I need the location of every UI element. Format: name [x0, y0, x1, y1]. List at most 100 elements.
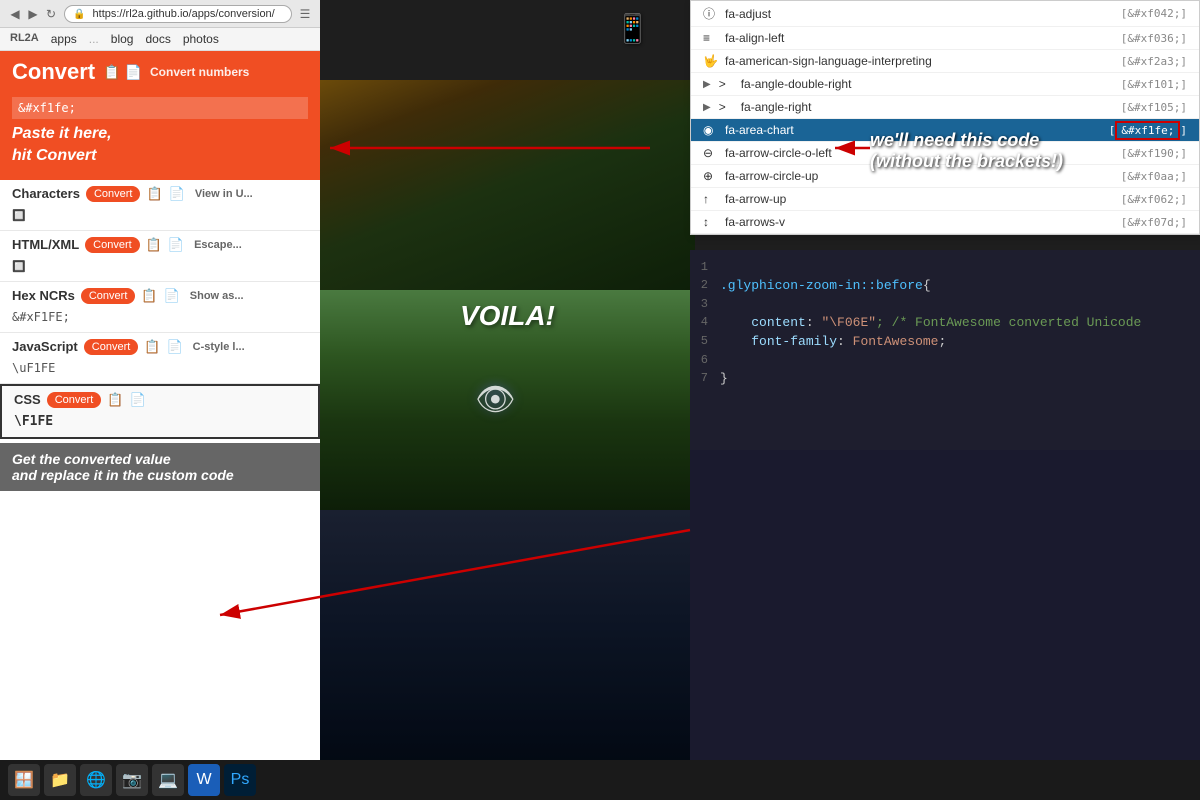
- file-icon-header[interactable]: 📄: [125, 64, 142, 81]
- section-css: CSS Convert 📋 📄 \F1FE: [0, 384, 320, 439]
- dropdown-item-0[interactable]: ⓘfa-adjust[&#xf042;]: [691, 1, 1199, 27]
- dropdown-item-code-0: [&#xf042;]: [1121, 7, 1187, 20]
- nav-photos[interactable]: photos: [183, 32, 219, 46]
- dropdown-item-icon-1: ≡: [703, 31, 719, 45]
- editor-line-4: 5 font-family: FontAwesome;: [690, 332, 1200, 351]
- back-button[interactable]: ◀: [8, 7, 22, 21]
- hex-value: &#xF1FE;: [12, 308, 308, 326]
- nav-blog[interactable]: blog: [111, 32, 134, 46]
- editor-line-2: 3: [690, 295, 1200, 313]
- property-content: content: [751, 315, 806, 330]
- editor-line-3: 4 content: "\F06E"; /* FontAwesome conve…: [690, 313, 1200, 332]
- browser-bar: ◀ ▶ ↻ 🔒 https://rl2a.github.io/apps/conv…: [0, 0, 320, 28]
- dropdown-item-8[interactable]: ↑fa-arrow-up[&#xf062;]: [691, 188, 1199, 211]
- hex-file-icon[interactable]: 📄: [164, 288, 180, 304]
- dropdown-panel: ⓘfa-adjust[&#xf042;] ≡ fa-align-left [&#xf0…: [690, 0, 1200, 235]
- characters-file-icon[interactable]: 📄: [169, 186, 185, 202]
- dropdown-item-2[interactable]: 🤟fa-american-sign-language-interpreting[…: [691, 50, 1199, 73]
- eye-icon: 👁: [475, 380, 516, 418]
- dropdown-item-name-4: fa-angle-right: [741, 100, 1115, 114]
- line-content-4: font-family: FontAwesome;: [720, 334, 1200, 349]
- nav-apps[interactable]: apps: [51, 32, 77, 46]
- css-file-icon[interactable]: 📄: [129, 392, 145, 408]
- js-value: \uF1FE: [12, 359, 308, 377]
- dropdown-item-7[interactable]: ⊕fa-arrow-circle-up[&#xf0aa;]: [691, 165, 1199, 188]
- hex-copy-icon[interactable]: 📋: [141, 288, 157, 304]
- dropdown-item-code-9: [&#xf07d;]: [1121, 216, 1187, 229]
- characters-value: 🔲: [12, 206, 308, 224]
- property-fontfamily: font-family: [751, 334, 837, 349]
- value-fontawesome: FontAwesome: [853, 334, 939, 349]
- dropdown-item-code-2: [&#xf2a3;]: [1121, 55, 1187, 68]
- dropdown-item-3[interactable]: >fa-angle-double-right[&#xf101;]: [691, 73, 1199, 96]
- html-value: 🔲: [12, 257, 308, 275]
- dropdown-item-code-1: [&#xf036;]: [1121, 32, 1187, 45]
- js-cstyle-link[interactable]: C-style l...: [193, 341, 245, 353]
- closing-brace: }: [720, 371, 728, 386]
- reload-button[interactable]: ↻: [44, 7, 58, 21]
- taskbar-folder[interactable]: 📁: [44, 764, 76, 796]
- characters-convert-btn[interactable]: Convert: [86, 186, 141, 202]
- line-number-4: 5: [690, 334, 720, 348]
- code-input-field[interactable]: [12, 97, 308, 119]
- js-convert-btn[interactable]: Convert: [84, 339, 139, 355]
- dropdown-item-icon-5: ◉: [703, 123, 719, 137]
- dropdown-item-code-3: [&#xf101;]: [1121, 78, 1187, 91]
- url-bar[interactable]: 🔒 https://rl2a.github.io/apps/conversion…: [64, 5, 292, 23]
- taskbar-word[interactable]: W: [188, 764, 220, 796]
- css-convert-btn[interactable]: Convert: [47, 392, 102, 408]
- taskbar-windows[interactable]: 🪟: [8, 764, 40, 796]
- hex-show-link[interactable]: Show as...: [190, 290, 244, 302]
- menu-button[interactable]: ☰: [298, 7, 312, 21]
- js-copy-icon[interactable]: 📋: [144, 339, 160, 355]
- forward-button[interactable]: ▶: [26, 7, 40, 21]
- html-escape-link[interactable]: Escape...: [194, 239, 242, 251]
- taskbar-computer[interactable]: 💻: [152, 764, 184, 796]
- html-convert-btn[interactable]: Convert: [85, 237, 140, 253]
- taskbar: 🪟 📁 🌐 📷 💻 W Ps: [0, 760, 1200, 800]
- dropdown-item-1[interactable]: ≡ fa-align-left [&#xf036;]: [691, 27, 1199, 50]
- characters-view-link[interactable]: View in U...: [195, 188, 253, 200]
- bottom-annotation: Get the converted value and replace it i…: [0, 443, 320, 491]
- html-file-icon[interactable]: 📄: [168, 237, 184, 253]
- copy-icon-header[interactable]: 📋: [103, 64, 120, 81]
- editor-lines-container: 12.glyphicon-zoom-in::before{34 content:…: [690, 250, 1200, 396]
- css-label: CSS Convert 📋 📄: [14, 392, 306, 408]
- convert-header: Convert 📋 📄 Convert numbers: [0, 51, 320, 93]
- line-number-1: 2: [690, 278, 720, 292]
- html-copy-icon[interactable]: 📋: [146, 237, 162, 253]
- characters-copy-icon[interactable]: 📋: [146, 186, 162, 202]
- dropdown-item-5[interactable]: ◉fa-area-chart[&#xf1fe;]: [691, 119, 1199, 142]
- dropdown-item-4[interactable]: >fa-angle-right[&#xf105;]: [691, 96, 1199, 119]
- dropdown-item-9[interactable]: ↕fa-arrows-v[&#xf07d;]: [691, 211, 1199, 234]
- nav-separator: ...: [89, 32, 99, 46]
- taskbar-ps[interactable]: Ps: [224, 764, 256, 796]
- hex-convert-btn[interactable]: Convert: [81, 288, 136, 304]
- line-content-1: .glyphicon-zoom-in::before{: [720, 278, 1200, 293]
- dropdown-item-code-5: [&#xf1fe;]: [1109, 124, 1187, 137]
- dropdown-code-highlight-box: &#xf1fe;: [1115, 121, 1180, 140]
- dropdown-item-name-1: fa-align-left: [725, 31, 1115, 45]
- convert-hint: Convert numbers: [150, 65, 249, 79]
- html-label: HTML/XML Convert 📋 📄 Escape...: [12, 237, 308, 253]
- css-copy-icon[interactable]: 📋: [107, 392, 123, 408]
- forest-background-3: [315, 510, 695, 780]
- dropdown-item-code-7: [&#xf0aa;]: [1121, 170, 1187, 183]
- dropdown-item-code-6: [&#xf190;]: [1121, 147, 1187, 160]
- voila-text: VOILA!: [460, 300, 555, 332]
- section-html: HTML/XML Convert 📋 📄 Escape... 🔲: [0, 231, 320, 282]
- dropdown-item-code-4: [&#xf105;]: [1121, 101, 1187, 114]
- dropdown-item-icon-6: ⊖: [703, 146, 719, 160]
- input-area: Paste it here, hit Convert: [0, 93, 320, 180]
- header-icons: 📋 📄: [103, 64, 142, 81]
- js-file-icon[interactable]: 📄: [166, 339, 182, 355]
- taskbar-browser[interactable]: 🌐: [80, 764, 112, 796]
- bottom-annot-line1: Get the converted value: [12, 451, 308, 467]
- dropdown-items-container: ⓘfa-adjust[&#xf042;] ≡ fa-align-left [&#xf0…: [691, 1, 1199, 234]
- taskbar-camera[interactable]: 📷: [116, 764, 148, 796]
- editor-line-5: 6: [690, 351, 1200, 369]
- dropdown-item-6[interactable]: ⊖fa-arrow-circle-o-left[&#xf190;]: [691, 142, 1199, 165]
- browser-nav: ◀ ▶ ↻: [8, 7, 58, 21]
- value-f06e: "\F06E": [821, 315, 876, 330]
- nav-docs[interactable]: docs: [145, 32, 170, 46]
